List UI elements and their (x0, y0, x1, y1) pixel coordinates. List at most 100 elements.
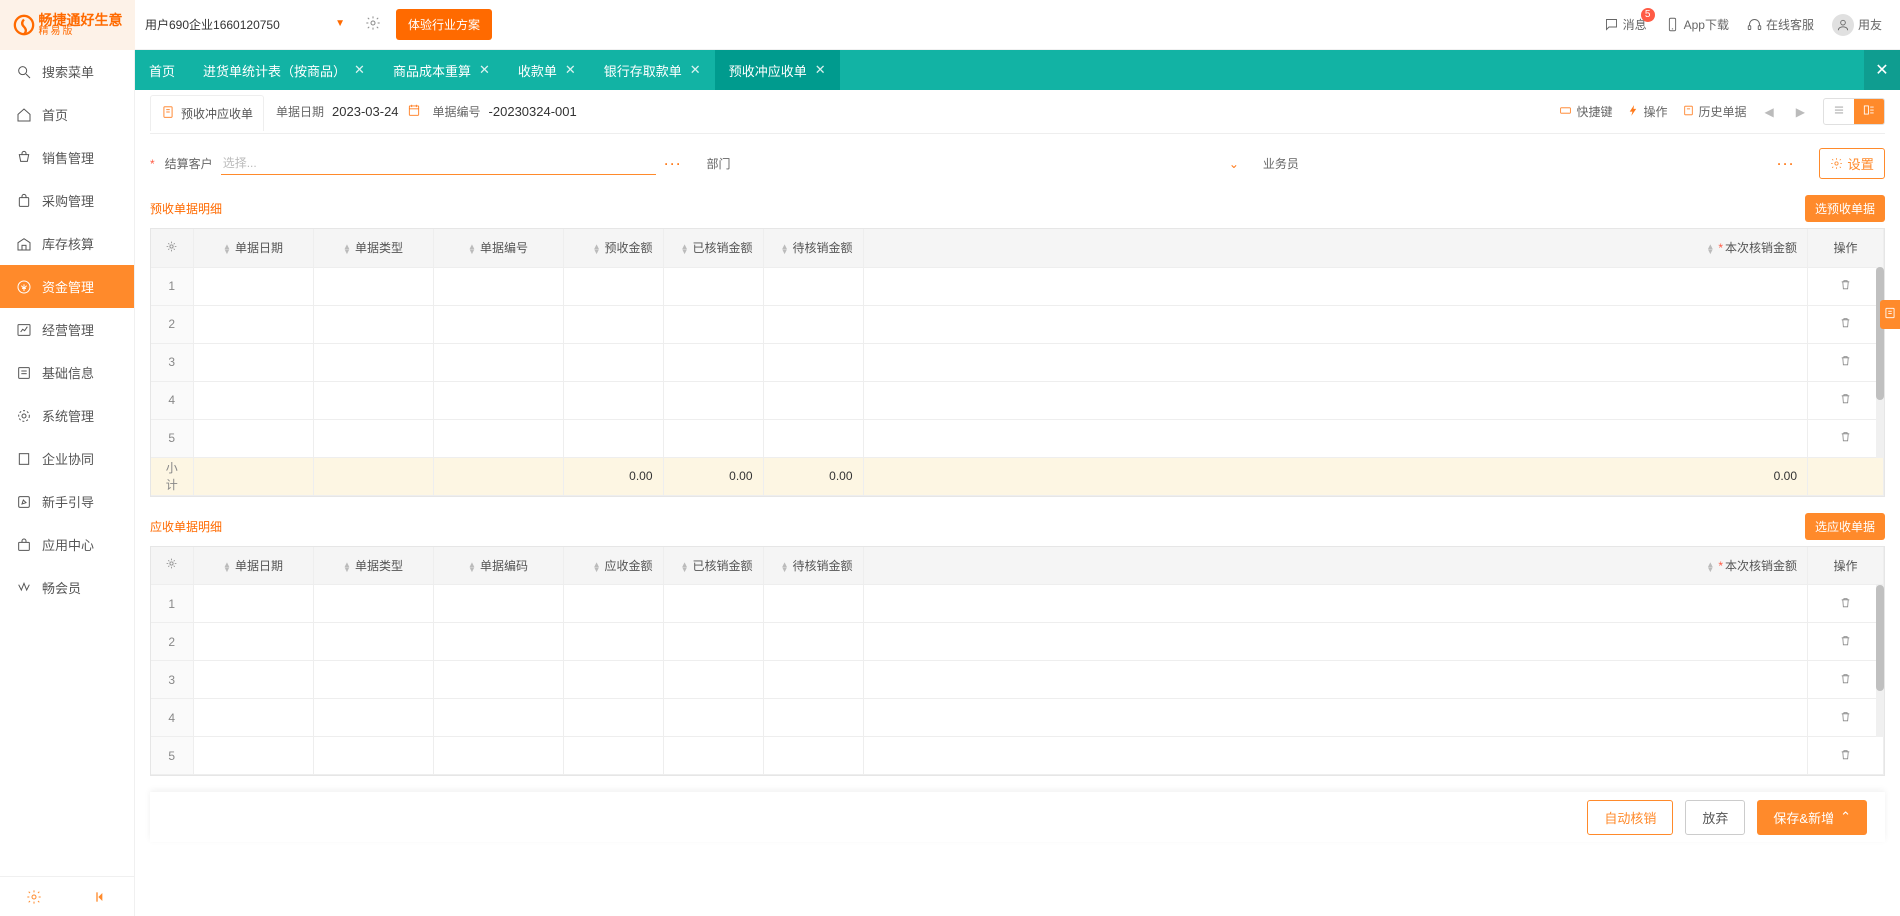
brand-logo[interactable]: 畅捷通好生意 精易版 (0, 0, 135, 50)
sidebar-item-collab[interactable]: 企业协同 (0, 437, 134, 480)
table-row[interactable]: 5 (151, 419, 1884, 457)
table-row[interactable]: 4 (151, 381, 1884, 419)
sidebar-label: 应用中心 (42, 535, 94, 554)
col-this-time[interactable]: ▲▼*本次核销金额 (863, 547, 1808, 585)
trial-industry-button[interactable]: 体验行业方案 (396, 9, 492, 40)
sidebar-item-sales[interactable]: 销售管理 (0, 136, 134, 179)
sidebar-item-home[interactable]: 首页 (0, 93, 134, 136)
right-dock-button[interactable] (1880, 300, 1900, 329)
dept-input[interactable] (738, 152, 1220, 175)
col-amount[interactable]: ▲▼预收金额 (563, 229, 663, 267)
close-icon[interactable]: ✕ (479, 62, 490, 78)
table-row[interactable]: 3 (151, 343, 1884, 381)
delete-row-button[interactable] (1808, 661, 1884, 699)
close-all-tabs-button[interactable]: ✕ (1864, 50, 1900, 90)
app-download-link[interactable]: App下载 (1665, 16, 1729, 33)
delete-row-button[interactable] (1808, 305, 1884, 343)
select-receivable-button[interactable]: 选应收单据 (1805, 513, 1885, 540)
tab-purchase-stats[interactable]: 进货单统计表（按商品） ✕ (189, 50, 379, 90)
sidebar-collapse-button[interactable] (67, 877, 134, 916)
form-settings-button[interactable]: 设置 (1819, 148, 1885, 179)
col-date[interactable]: ▲▼单据日期 (193, 547, 313, 585)
sidebar-item-operations[interactable]: 经营管理 (0, 308, 134, 351)
messages-link[interactable]: 消息 5 (1604, 16, 1647, 33)
col-verified[interactable]: ▲▼已核销金额 (663, 229, 763, 267)
sidebar-item-inventory[interactable]: 库存核算 (0, 222, 134, 265)
shortcut-link[interactable]: 快捷键 (1559, 103, 1612, 120)
table-row[interactable]: 1 (151, 267, 1884, 305)
col-verified[interactable]: ▲▼已核销金额 (663, 547, 763, 585)
tenant-select[interactable]: 用户690企业1660120750 ▼ (145, 16, 345, 33)
tenant-settings-icon[interactable] (365, 15, 381, 34)
delete-row-button[interactable] (1808, 585, 1884, 623)
save-and-new-button[interactable]: 保存&新增 ⌃ (1757, 800, 1867, 835)
delete-row-button[interactable] (1808, 343, 1884, 381)
col-pending[interactable]: ▲▼待核销金额 (763, 547, 863, 585)
delete-row-button[interactable] (1808, 381, 1884, 419)
table-settings-icon[interactable] (165, 559, 178, 573)
tab-cost-recalc[interactable]: 商品成本重算 ✕ (379, 50, 504, 90)
user-menu[interactable]: 用友 (1832, 14, 1882, 36)
sidebar-item-system[interactable]: 系统管理 (0, 394, 134, 437)
discard-button[interactable]: 放弃 (1685, 800, 1745, 835)
calendar-icon[interactable] (407, 103, 421, 120)
delete-row-button[interactable] (1808, 267, 1884, 305)
col-amount[interactable]: ▲▼应收金额 (563, 547, 663, 585)
table-row[interactable]: 3 (151, 661, 1884, 699)
tab-home[interactable]: 首页 (135, 50, 189, 90)
delete-row-button[interactable] (1808, 737, 1884, 775)
col-pending[interactable]: ▲▼待核销金额 (763, 229, 863, 267)
next-doc-button[interactable]: ▶ (1792, 105, 1809, 119)
tenant-name: 用户690企业1660120750 (145, 18, 280, 32)
sort-icon: ▲▼ (343, 244, 351, 254)
table-scrollbar[interactable] (1876, 267, 1884, 458)
col-this-time[interactable]: ▲▼*本次核销金额 (863, 229, 1808, 267)
table-scrollbar[interactable] (1876, 585, 1884, 738)
sidebar-item-basic-info[interactable]: 基础信息 (0, 351, 134, 394)
sidebar-label: 基础信息 (42, 363, 94, 382)
chevron-down-icon[interactable]: ⌄ (1229, 157, 1239, 171)
delete-row-button[interactable] (1808, 699, 1884, 737)
table-settings-icon[interactable] (165, 242, 178, 256)
tab-bank-transfer[interactable]: 银行存取款单 ✕ (590, 50, 715, 90)
salesman-input[interactable] (1307, 152, 1769, 175)
view-list-button[interactable] (1824, 99, 1854, 124)
delete-row-button[interactable] (1808, 623, 1884, 661)
customer-more-button[interactable]: ··· (664, 157, 682, 171)
customer-input[interactable] (221, 152, 657, 175)
delete-row-button[interactable] (1808, 419, 1884, 457)
sidebar-item-finance[interactable]: 资金管理 (0, 265, 134, 308)
auto-verify-button[interactable]: 自动核销 (1587, 800, 1673, 835)
sidebar-item-apps[interactable]: 应用中心 (0, 523, 134, 566)
sidebar-item-guide[interactable]: 新手引导 (0, 480, 134, 523)
col-type[interactable]: ▲▼单据类型 (313, 547, 433, 585)
operate-link[interactable]: 操作 (1627, 103, 1668, 120)
col-code[interactable]: ▲▼单据编号 (433, 229, 563, 267)
close-icon[interactable]: ✕ (690, 62, 701, 78)
support-link[interactable]: 在线客服 (1747, 16, 1814, 33)
select-prepay-button[interactable]: 选预收单据 (1805, 195, 1885, 222)
sidebar-item-search[interactable]: 搜索菜单 (0, 50, 134, 93)
close-icon[interactable]: ✕ (565, 62, 576, 78)
close-icon[interactable]: ✕ (354, 62, 365, 78)
table-row[interactable]: 2 (151, 305, 1884, 343)
sidebar-item-member[interactable]: 畅会员 (0, 566, 134, 609)
table-row[interactable]: 1 (151, 585, 1884, 623)
table-row[interactable]: 5 (151, 737, 1884, 775)
sidebar-settings-button[interactable] (0, 877, 67, 916)
col-type[interactable]: ▲▼单据类型 (313, 229, 433, 267)
close-icon[interactable]: ✕ (815, 62, 826, 78)
col-date[interactable]: ▲▼单据日期 (193, 229, 313, 267)
form-view-icon (1862, 103, 1876, 117)
table-row[interactable]: 2 (151, 623, 1884, 661)
view-form-button[interactable] (1854, 99, 1884, 124)
prev-doc-button[interactable]: ◀ (1761, 105, 1778, 119)
tab-receipt[interactable]: 收款单 ✕ (504, 50, 590, 90)
table-row[interactable]: 4 (151, 699, 1884, 737)
doc-date-value[interactable]: 2023-03-24 (332, 104, 399, 119)
tab-prepay-offset[interactable]: 预收冲应收单 ✕ (715, 50, 840, 90)
sidebar-item-purchase[interactable]: 采购管理 (0, 179, 134, 222)
salesman-more-button[interactable]: ··· (1777, 157, 1795, 171)
history-link[interactable]: 历史单据 (1682, 103, 1747, 120)
col-code[interactable]: ▲▼单据编码 (433, 547, 563, 585)
